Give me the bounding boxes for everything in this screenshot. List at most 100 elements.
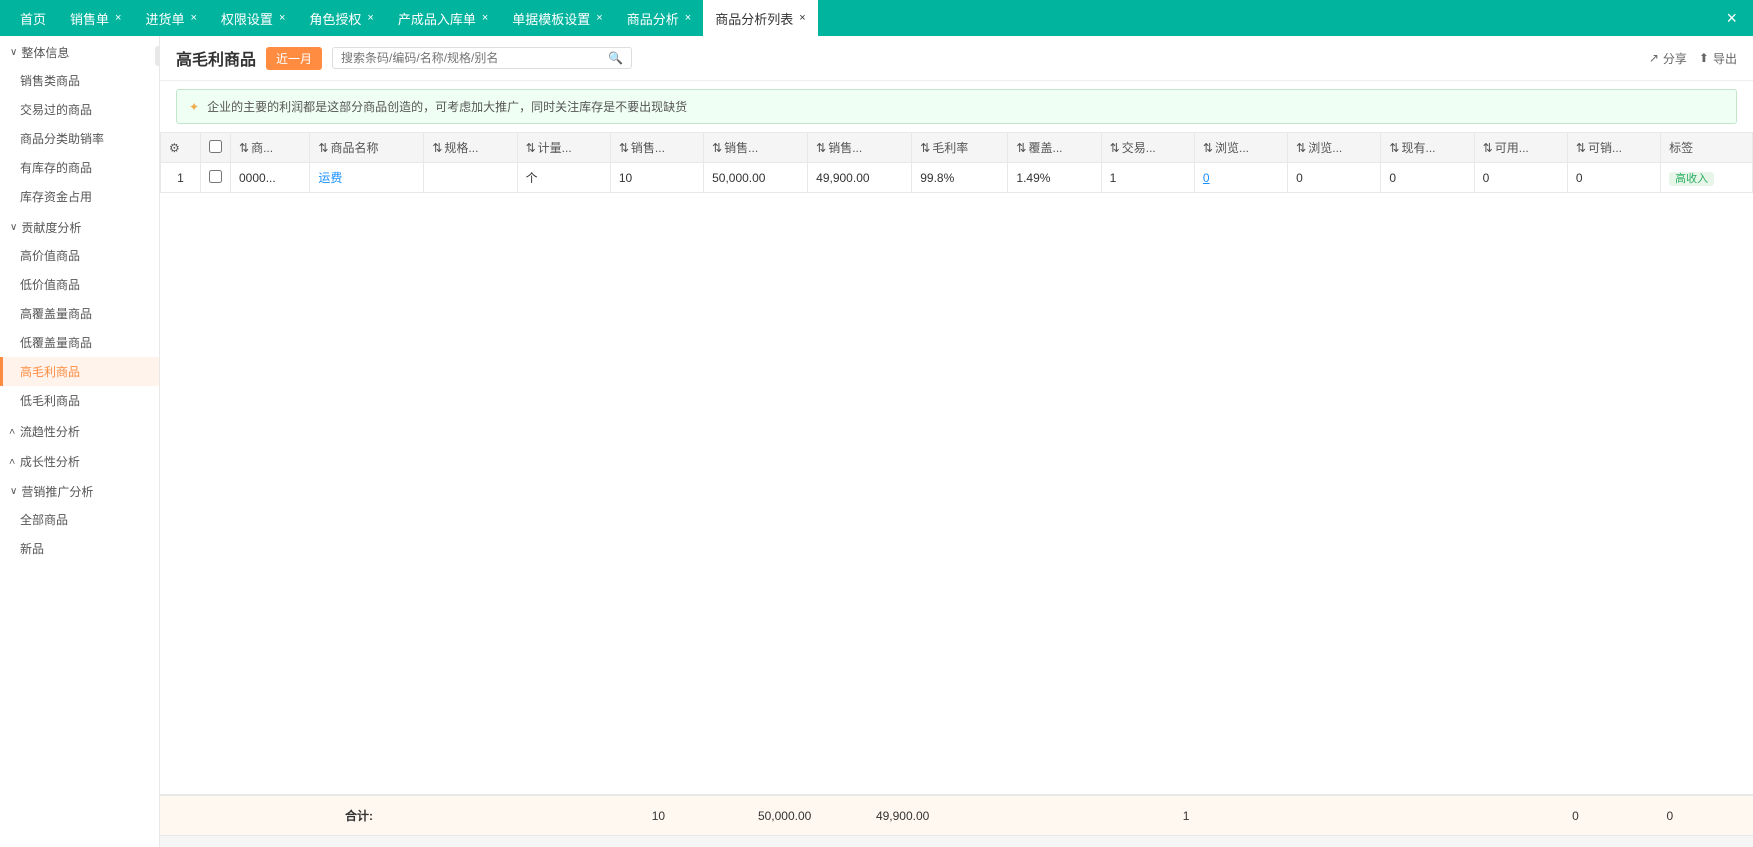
sidebar-item-全部商品[interactable]: 全部商品 bbox=[0, 505, 159, 534]
col-tag: 标签 bbox=[1661, 133, 1753, 163]
sort-icon: ⇅ bbox=[318, 141, 328, 155]
sidebar-item-库存资金占用[interactable]: 库存资金占用 bbox=[0, 182, 159, 211]
col-stock2: ⇅ 可用... bbox=[1474, 133, 1567, 163]
col-sales3: ⇅ 销售... bbox=[808, 133, 912, 163]
share-label: 分享 bbox=[1663, 50, 1687, 67]
sort-icon: ⇅ bbox=[432, 141, 442, 155]
col-gross-rate: ⇅ 毛利率 bbox=[912, 133, 1008, 163]
cell-sales3: 49,900.00 bbox=[808, 163, 912, 193]
nav-close-icon[interactable]: × bbox=[367, 12, 373, 24]
cell-gross-rate: 99.8% bbox=[912, 163, 1008, 193]
cell-spec bbox=[424, 163, 517, 193]
cell-stock3: 0 bbox=[1567, 163, 1660, 193]
col-name: ⇅ 商品名称 bbox=[310, 133, 424, 163]
cell-name[interactable]: 运费 bbox=[310, 163, 424, 193]
col-browse1: ⇅ 浏览... bbox=[1194, 133, 1287, 163]
cell-index: 1 bbox=[161, 163, 201, 193]
nav-close-icon[interactable]: × bbox=[279, 12, 285, 24]
sidebar-item-销售类商品[interactable]: 销售类商品 bbox=[0, 66, 159, 95]
content-header: 高毛利商品 近一月 🔍 ↗ 分享 ⬆ 导出 bbox=[160, 36, 1753, 81]
action-buttons: ↗ 分享 ⬆ 导出 bbox=[1649, 50, 1737, 67]
col-stock3: ⇅ 可销... bbox=[1567, 133, 1660, 163]
col-transaction: ⇅ 交易... bbox=[1101, 133, 1194, 163]
share-icon: ↗ bbox=[1649, 51, 1659, 65]
sort-icon: ⇅ bbox=[1110, 141, 1120, 155]
nav-close-icon[interactable]: × bbox=[596, 12, 602, 24]
export-button[interactable]: ⬆ 导出 bbox=[1699, 50, 1737, 67]
sidebar-collapse-button[interactable]: « bbox=[155, 46, 160, 66]
sidebar-item-低覆盖量商品[interactable]: 低覆盖量商品 bbox=[0, 328, 159, 357]
search-icon[interactable]: 🔍 bbox=[608, 51, 623, 65]
sidebar-item-高价值商品[interactable]: 高价值商品 bbox=[0, 241, 159, 270]
col-stock1: ⇅ 现有... bbox=[1381, 133, 1474, 163]
sidebar-group-贡献度分析[interactable]: ∨贡献度分析 bbox=[0, 211, 159, 241]
close-all-button[interactable]: × bbox=[1718, 8, 1745, 29]
data-table: ⚙ ⇅ 商... ⇅ 商品名称 ⇅ 规格... ⇅ 计量... ⇅ 销售... … bbox=[160, 132, 1753, 193]
cell-browse2: 0 bbox=[1288, 163, 1381, 193]
cell-checkbox[interactable] bbox=[201, 163, 231, 193]
footer-label: 合计: bbox=[337, 802, 455, 829]
sidebar-item-交易过的商品[interactable]: 交易过的商品 bbox=[0, 95, 159, 124]
col-checkbox[interactable] bbox=[201, 133, 231, 163]
col-sales1: ⇅ 销售... bbox=[610, 133, 703, 163]
sort-icon: ⇅ bbox=[1576, 141, 1586, 155]
col-settings[interactable]: ⚙ bbox=[161, 133, 201, 163]
sidebar-group-营销推广分析[interactable]: ∨营销推广分析 bbox=[0, 475, 159, 505]
sort-icon: ⇅ bbox=[1203, 141, 1213, 155]
sort-icon: ⇅ bbox=[619, 141, 629, 155]
search-input[interactable] bbox=[341, 51, 608, 65]
sidebar-item-低毛利商品[interactable]: 低毛利商品 bbox=[0, 386, 159, 415]
nav-item-商品分析列表[interactable]: 商品分析列表 × bbox=[703, 0, 817, 36]
info-icon: ✦ bbox=[189, 100, 199, 114]
nav-item-角色授权[interactable]: 角色授权 × bbox=[297, 0, 385, 36]
nav-close-icon[interactable]: × bbox=[482, 12, 488, 24]
table-row: 1 0000... 运费 个 10 50,000.00 49,900.00 99… bbox=[161, 163, 1753, 193]
sidebar-group-整体信息[interactable]: ∨整体信息 bbox=[0, 36, 159, 66]
nav-close-icon[interactable]: × bbox=[799, 12, 805, 24]
footer-table: 合计: 10 50,000.00 49,900.00 1 0 0 bbox=[160, 802, 1753, 829]
nav-item-产成品入库单[interactable]: 产成品入库单 × bbox=[386, 0, 500, 36]
cell-sales2: 50,000.00 bbox=[704, 163, 808, 193]
table-header-row: ⚙ ⇅ 商... ⇅ 商品名称 ⇅ 规格... ⇅ 计量... ⇅ 销售... … bbox=[161, 133, 1753, 163]
main-layout: « ∨整体信息销售类商品交易过的商品商品分类助销率有库存的商品库存资金占用∨贡献… bbox=[0, 36, 1753, 847]
bottom-scrollbar[interactable] bbox=[160, 835, 1753, 847]
sidebar-item-高覆盖量商品[interactable]: 高覆盖量商品 bbox=[0, 299, 159, 328]
sidebar-item-高毛利商品[interactable]: 高毛利商品 bbox=[0, 357, 159, 386]
nav-close-icon[interactable]: × bbox=[115, 12, 121, 24]
sidebar-item-商品分类助销率[interactable]: 商品分类助销率 bbox=[0, 124, 159, 153]
sidebar: « ∨整体信息销售类商品交易过的商品商品分类助销率有库存的商品库存资金占用∨贡献… bbox=[0, 36, 160, 847]
sort-icon: ⇅ bbox=[239, 141, 249, 155]
sidebar-item-有库存的商品[interactable]: 有库存的商品 bbox=[0, 153, 159, 182]
nav-item-进货单[interactable]: 进货单 × bbox=[133, 0, 208, 36]
nav-item-单据模板设置[interactable]: 单据模板设置 × bbox=[500, 0, 614, 36]
sidebar-item-低价值商品[interactable]: 低价值商品 bbox=[0, 270, 159, 299]
top-nav: 首页销售单 ×进货单 ×权限设置 ×角色授权 ×产成品入库单 ×单据模板设置 ×… bbox=[0, 0, 1753, 36]
footer-sales2: 50,000.00 bbox=[750, 802, 868, 829]
nav-close-icon[interactable]: × bbox=[190, 12, 196, 24]
nav-item-商品分析[interactable]: 商品分析 × bbox=[615, 0, 703, 36]
group-arrow-icon: ∨ bbox=[10, 222, 17, 233]
page-title: 高毛利商品 bbox=[176, 46, 256, 70]
nav-item-首页[interactable]: 首页 bbox=[8, 0, 58, 36]
share-button[interactable]: ↗ 分享 bbox=[1649, 50, 1687, 67]
sidebar-group-成长性分析[interactable]: >成长性分析 bbox=[0, 445, 159, 475]
select-all-checkbox[interactable] bbox=[209, 140, 222, 153]
footer-stock2: 0 bbox=[1658, 802, 1753, 829]
footer-row: 合计: 10 50,000.00 49,900.00 1 0 0 bbox=[160, 802, 1753, 829]
cell-unit: 个 bbox=[517, 163, 610, 193]
filter-button[interactable]: 近一月 bbox=[266, 47, 322, 70]
sidebar-group-流趋性分析[interactable]: >流趋性分析 bbox=[0, 415, 159, 445]
content-area: 高毛利商品 近一月 🔍 ↗ 分享 ⬆ 导出 ✦ 企业的主要的利润都是这部分商品创… bbox=[160, 36, 1753, 847]
cell-browse1[interactable]: 0 bbox=[1194, 163, 1287, 193]
sort-icon: ⇅ bbox=[1483, 141, 1493, 155]
cell-coverage: 1.49% bbox=[1008, 163, 1101, 193]
nav-item-销售单[interactable]: 销售单 × bbox=[58, 0, 133, 36]
nav-close-icon[interactable]: × bbox=[685, 12, 691, 24]
group-arrow-icon: ∨ bbox=[10, 486, 17, 497]
footer-sales3: 49,900.00 bbox=[868, 802, 986, 829]
cell-code: 0000... bbox=[231, 163, 310, 193]
sidebar-item-新品[interactable]: 新品 bbox=[0, 534, 159, 563]
nav-item-权限设置[interactable]: 权限设置 × bbox=[209, 0, 297, 36]
cell-sales1: 10 bbox=[610, 163, 703, 193]
col-coverage: ⇅ 覆盖... bbox=[1008, 133, 1101, 163]
